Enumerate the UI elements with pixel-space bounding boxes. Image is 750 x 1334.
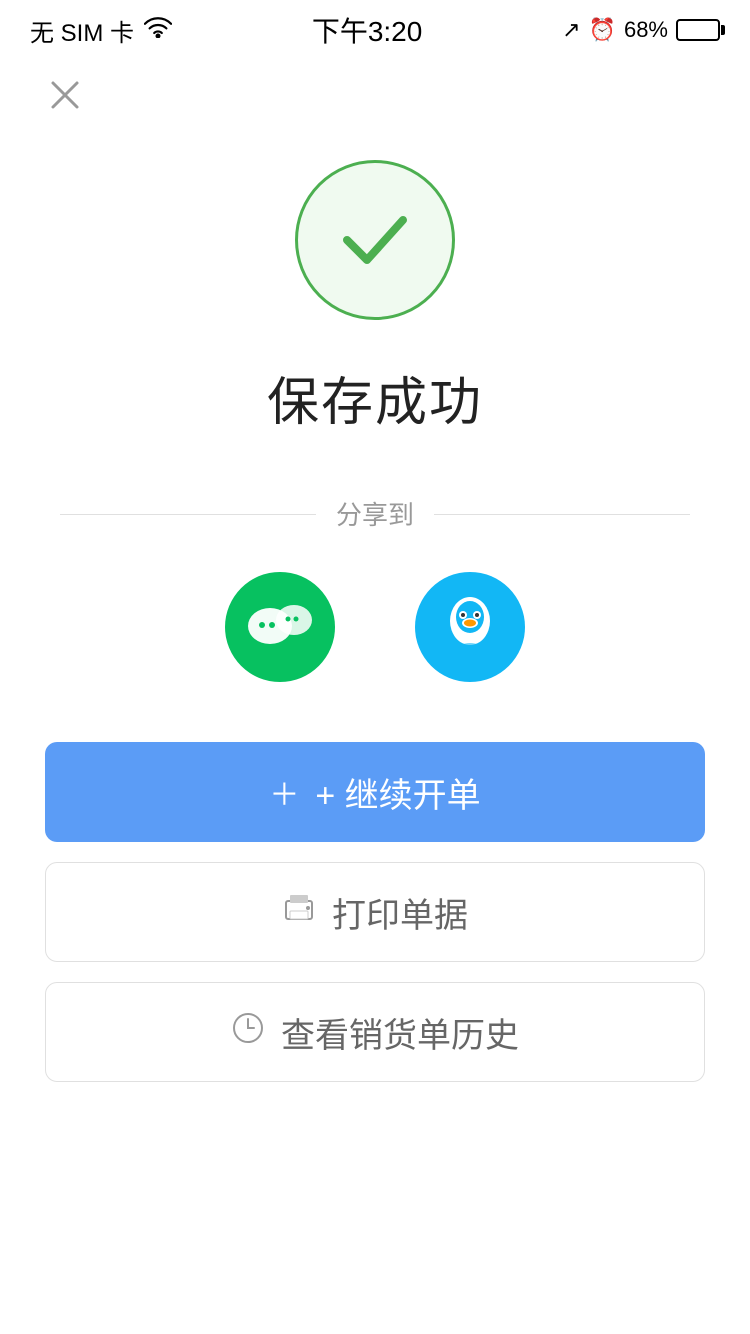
history-label: 查看销货单历史	[281, 1008, 519, 1057]
main-content: 保存成功 分享到	[0, 60, 750, 1082]
sim-status: 无 SIM 卡	[30, 13, 134, 48]
status-time: 下午3:20	[312, 10, 423, 50]
location-icon: ↗	[562, 17, 580, 43]
plus-icon: ＋	[269, 770, 299, 814]
print-icon	[282, 893, 316, 931]
status-right: ↗ ⏰ 68%	[562, 17, 720, 43]
wechat-share-button[interactable]	[225, 572, 335, 682]
status-left: 无 SIM 卡	[30, 13, 172, 48]
battery-percent: 68%	[624, 17, 668, 43]
success-icon-circle	[295, 160, 455, 320]
battery-icon	[676, 19, 720, 41]
share-label: 分享到	[316, 495, 434, 532]
continue-order-button[interactable]: ＋ + 继续开单	[45, 742, 705, 842]
share-section: 分享到	[0, 495, 750, 682]
success-title: 保存成功	[267, 360, 483, 435]
share-divider: 分享到	[0, 495, 750, 532]
check-icon	[335, 198, 415, 283]
history-icon	[231, 1011, 265, 1053]
wifi-icon	[144, 16, 172, 45]
status-bar: 无 SIM 卡 下午3:20 ↗ ⏰ 68%	[0, 0, 750, 60]
print-label: 打印单据	[332, 888, 468, 937]
action-buttons: ＋ + 继续开单 打印单据 查看销货单历史	[45, 742, 705, 1082]
continue-order-label: + 继续开单	[315, 768, 480, 817]
share-icons	[225, 572, 525, 682]
print-button[interactable]: 打印单据	[45, 862, 705, 962]
history-button[interactable]: 查看销货单历史	[45, 982, 705, 1082]
alarm-icon: ⏰	[589, 17, 616, 43]
qq-share-button[interactable]	[415, 572, 525, 682]
close-button[interactable]	[40, 70, 90, 120]
